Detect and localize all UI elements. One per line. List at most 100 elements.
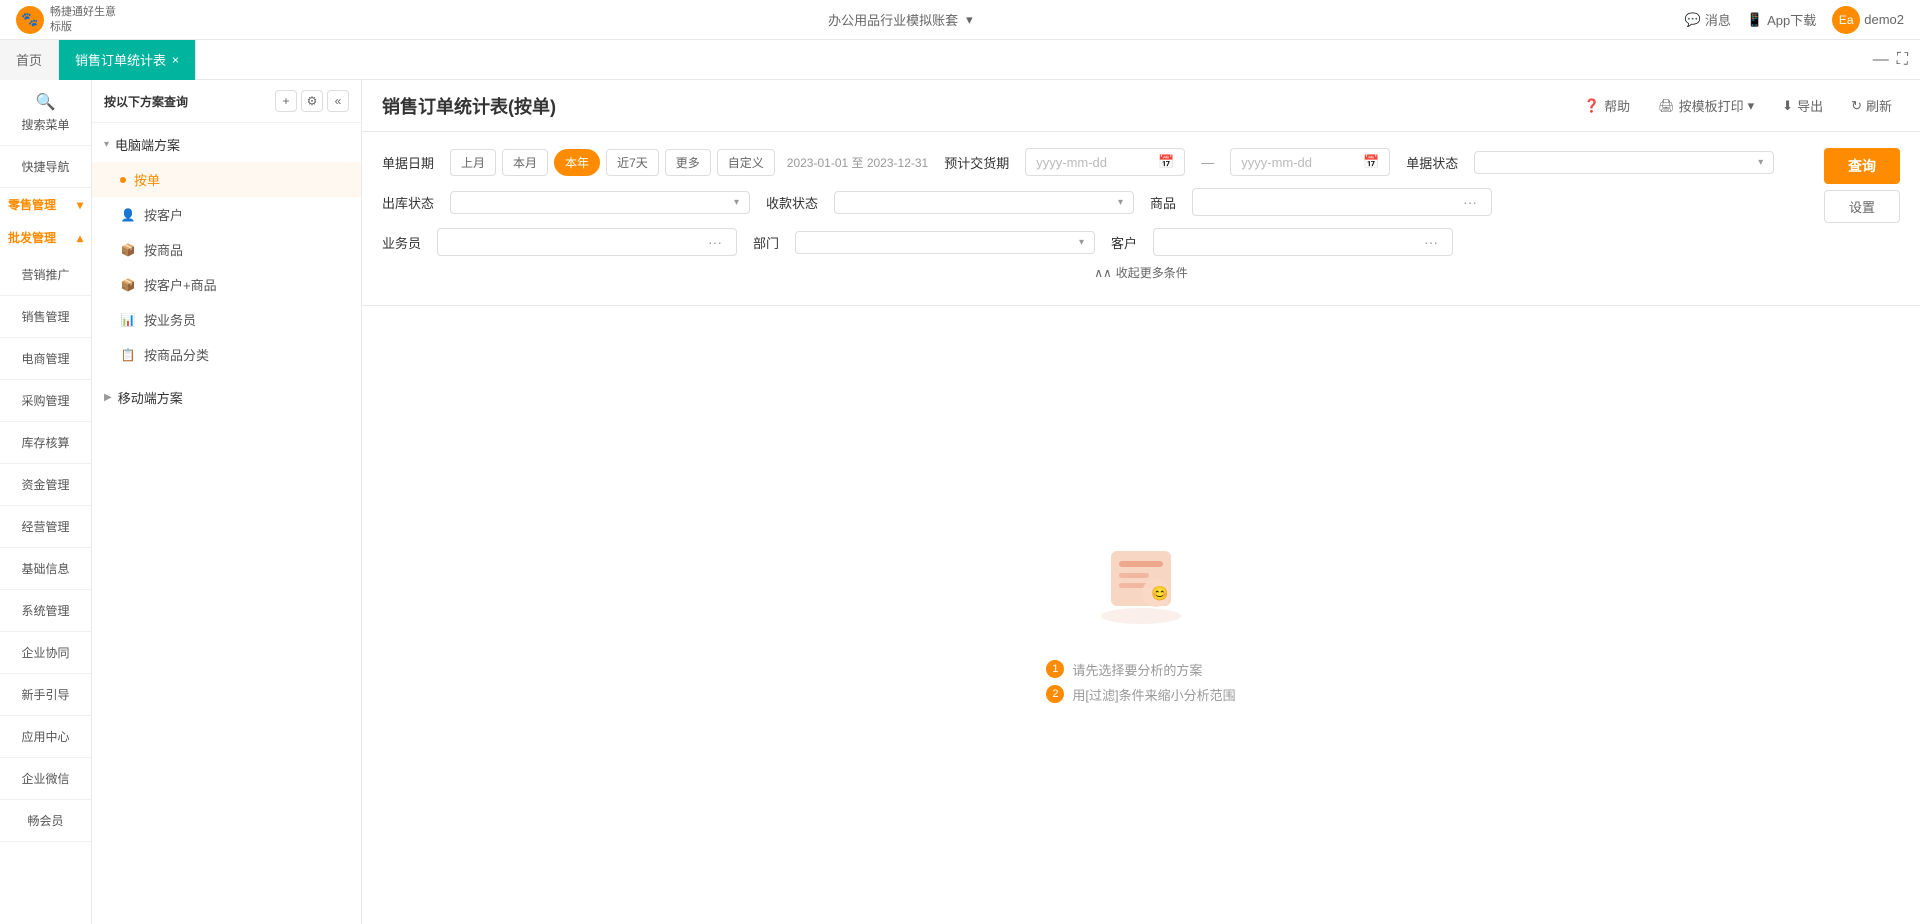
newbie-label: 新手引导 [21, 686, 69, 703]
custom-date-button[interactable]: 自定义 [717, 149, 775, 176]
more-date-button[interactable]: 更多 [665, 149, 711, 176]
sidebar-item-ecommerce[interactable]: 电商管理 [0, 338, 91, 380]
goods-select[interactable]: ··· [1192, 188, 1492, 216]
sidebar-item-sales[interactable]: 销售管理 [0, 296, 91, 338]
tip-text-1: 请先选择要分析的方案 [1072, 660, 1202, 679]
sidebar-item-marketing[interactable]: 营销推广 [0, 254, 91, 296]
filter-row-status: 出库状态 ▾ 收款状态 ▾ 商品 [382, 188, 1804, 216]
scheme-item-by-salesperson[interactable]: 📊 按业务员 [92, 302, 361, 337]
expected-delivery-end[interactable]: yyyy-mm-dd 📅 [1230, 148, 1390, 176]
refresh-button[interactable]: ↻ 刷新 [1843, 92, 1900, 119]
mobile-scheme-group-title[interactable]: ▶ 移动端方案 [92, 380, 361, 415]
bill-status-select[interactable]: ▾ [1474, 151, 1774, 174]
expand-button[interactable]: ⛶ [1897, 51, 1908, 69]
scheme-item-by-goods[interactable]: 📦 按商品 [92, 232, 361, 267]
message-button[interactable]: 💬 消息 [1685, 10, 1731, 29]
salesperson-dots[interactable]: ··· [704, 234, 726, 250]
pc-scheme-group-title[interactable]: ▾ 电脑端方案 [92, 127, 361, 162]
sidebar-item-system[interactable]: 系统管理 [0, 590, 91, 632]
pc-scheme-group: ▾ 电脑端方案 按单 👤 按客户 📦 按商品 📦 按客户+商品 [92, 123, 361, 376]
sidebar-item-newbie[interactable]: 新手引导 [0, 674, 91, 716]
purchase-label: 采购管理 [21, 392, 69, 409]
sidebar-item-member[interactable]: 畅会员 [0, 800, 91, 842]
this-year-button[interactable]: 本年 [554, 149, 600, 176]
sidebar-section-retail[interactable]: 零售管理 ▾ [0, 188, 91, 221]
sidebar-item-finance[interactable]: 资金管理 [0, 464, 91, 506]
department-select[interactable]: ▾ [795, 231, 1095, 254]
tab-home[interactable]: 首页 [0, 40, 59, 80]
home-tab-label: 首页 [16, 50, 42, 69]
last-month-button[interactable]: 上月 [450, 149, 496, 176]
collapse-panel-button[interactable]: « [327, 90, 349, 112]
out-status-select[interactable]: ▾ [450, 191, 750, 214]
help-icon: ❓ [1584, 98, 1600, 114]
tab-close-icon[interactable]: × [172, 53, 179, 67]
sidebar-section-wholesale[interactable]: 批发管理 ▴ [0, 221, 91, 254]
sidebar-item-purchase[interactable]: 采购管理 [0, 380, 91, 422]
page-header: 销售订单统计表(按单) ❓ 帮助 🖨 按模板打印 ▾ ⬇ 导出 [362, 80, 1920, 132]
refresh-icon: ↻ [1851, 98, 1862, 114]
customer-dots[interactable]: ··· [1420, 234, 1442, 250]
expected-delivery-start[interactable]: yyyy-mm-dd 📅 [1025, 148, 1185, 176]
app-icon: 📱 [1747, 12, 1763, 28]
filter-row-date: 单据日期 上月 本月 本年 近7天 更多 自定义 2023-01-01 至 20… [382, 148, 1804, 176]
scheme-item-by-customer-goods[interactable]: 📦 按客户+商品 [92, 267, 361, 302]
export-button[interactable]: ⬇ 导出 [1774, 92, 1831, 119]
sidebar-item-basic[interactable]: 基础信息 [0, 548, 91, 590]
goods-dots[interactable]: ··· [1459, 194, 1481, 210]
empty-tip-1: 1 请先选择要分析的方案 [1046, 660, 1235, 679]
sidebar-item-quicknav[interactable]: 快捷导航 [0, 146, 91, 188]
sales-label: 销售管理 [21, 308, 69, 325]
search-buttons-group: 查询 设置 [1824, 148, 1900, 223]
user-avatar[interactable]: Ea demo2 [1832, 6, 1904, 34]
sidebar-item-inventory[interactable]: 库存核算 [0, 422, 91, 464]
last7days-button[interactable]: 近7天 [606, 149, 659, 176]
salesperson-label: 业务员 [382, 233, 421, 252]
search-button[interactable]: 查询 [1824, 148, 1900, 184]
scheme-item-by-order[interactable]: 按单 [92, 162, 361, 197]
bill-status-arrow: ▾ [1758, 157, 1763, 168]
add-scheme-button[interactable]: + [275, 90, 297, 112]
scheme-panel-header: 按以下方案查询 + ⚙ « [92, 80, 361, 123]
active-tab-label: 销售订单统计表 [75, 50, 166, 69]
collapse-button[interactable]: ∧∧ 收起更多条件 [382, 256, 1900, 289]
avatar: Ea [1832, 6, 1860, 34]
sidebar-item-wechat[interactable]: 企业微信 [0, 758, 91, 800]
date-buttons-group: 上月 本月 本年 近7天 更多 自定义 2023-01-01 至 2023-12… [450, 149, 928, 176]
salesperson-scheme-icon: 📊 [120, 312, 136, 328]
sidebar-item-appcenter[interactable]: 应用中心 [0, 716, 91, 758]
customer-scheme-icon: 👤 [120, 207, 136, 223]
customer-select[interactable]: ··· [1153, 228, 1453, 256]
expected-start-placeholder: yyyy-mm-dd [1036, 155, 1154, 170]
sidebar-item-enterprise[interactable]: 企业协同 [0, 632, 91, 674]
page-actions: ❓ 帮助 🖨 按模板打印 ▾ ⬇ 导出 ↻ 刷新 [1576, 92, 1900, 119]
operations-label: 经营管理 [21, 518, 69, 535]
app-download-button[interactable]: 📱 App下载 [1747, 10, 1816, 29]
scheme-label-by-order: 按单 [134, 170, 160, 189]
company-selector[interactable]: 办公用品行业模拟账套 ▾ [828, 10, 973, 29]
payment-status-select[interactable]: ▾ [834, 191, 1134, 214]
tab-sales-statistics[interactable]: 销售订单统计表 × [59, 40, 196, 80]
scheme-item-by-category[interactable]: 📋 按商品分类 [92, 337, 361, 372]
salesperson-select[interactable]: ··· [437, 228, 737, 256]
date-range-text: 2023-01-01 至 2023-12-31 [787, 154, 928, 171]
mobile-scheme-group: ▶ 移动端方案 [92, 376, 361, 419]
customer-label: 客户 [1111, 233, 1137, 252]
help-button[interactable]: ❓ 帮助 [1576, 92, 1638, 119]
out-status-arrow: ▾ [734, 197, 739, 208]
enterprise-label: 企业协同 [21, 644, 69, 661]
sidebar-item-operations[interactable]: 经营管理 [0, 506, 91, 548]
logo: 🐾 畅捷通好生意 标版 [16, 5, 116, 34]
sidebar-item-search[interactable]: 🔍 搜索菜单 [0, 80, 91, 146]
settings-button[interactable]: 设置 [1824, 190, 1900, 223]
marketing-label: 营销推广 [21, 266, 69, 283]
logo-text: 畅捷通好生意 标版 [50, 5, 116, 34]
collapse-label: 收起更多条件 [1116, 264, 1188, 281]
scheme-settings-button[interactable]: ⚙ [301, 90, 323, 112]
minimize-button[interactable]: — [1873, 51, 1889, 69]
search-icon: 🔍 [36, 92, 56, 112]
goods-scheme-icon: 📦 [120, 242, 136, 258]
scheme-item-by-customer[interactable]: 👤 按客户 [92, 197, 361, 232]
print-button[interactable]: 🖨 按模板打印 ▾ [1650, 92, 1762, 119]
this-month-button[interactable]: 本月 [502, 149, 548, 176]
